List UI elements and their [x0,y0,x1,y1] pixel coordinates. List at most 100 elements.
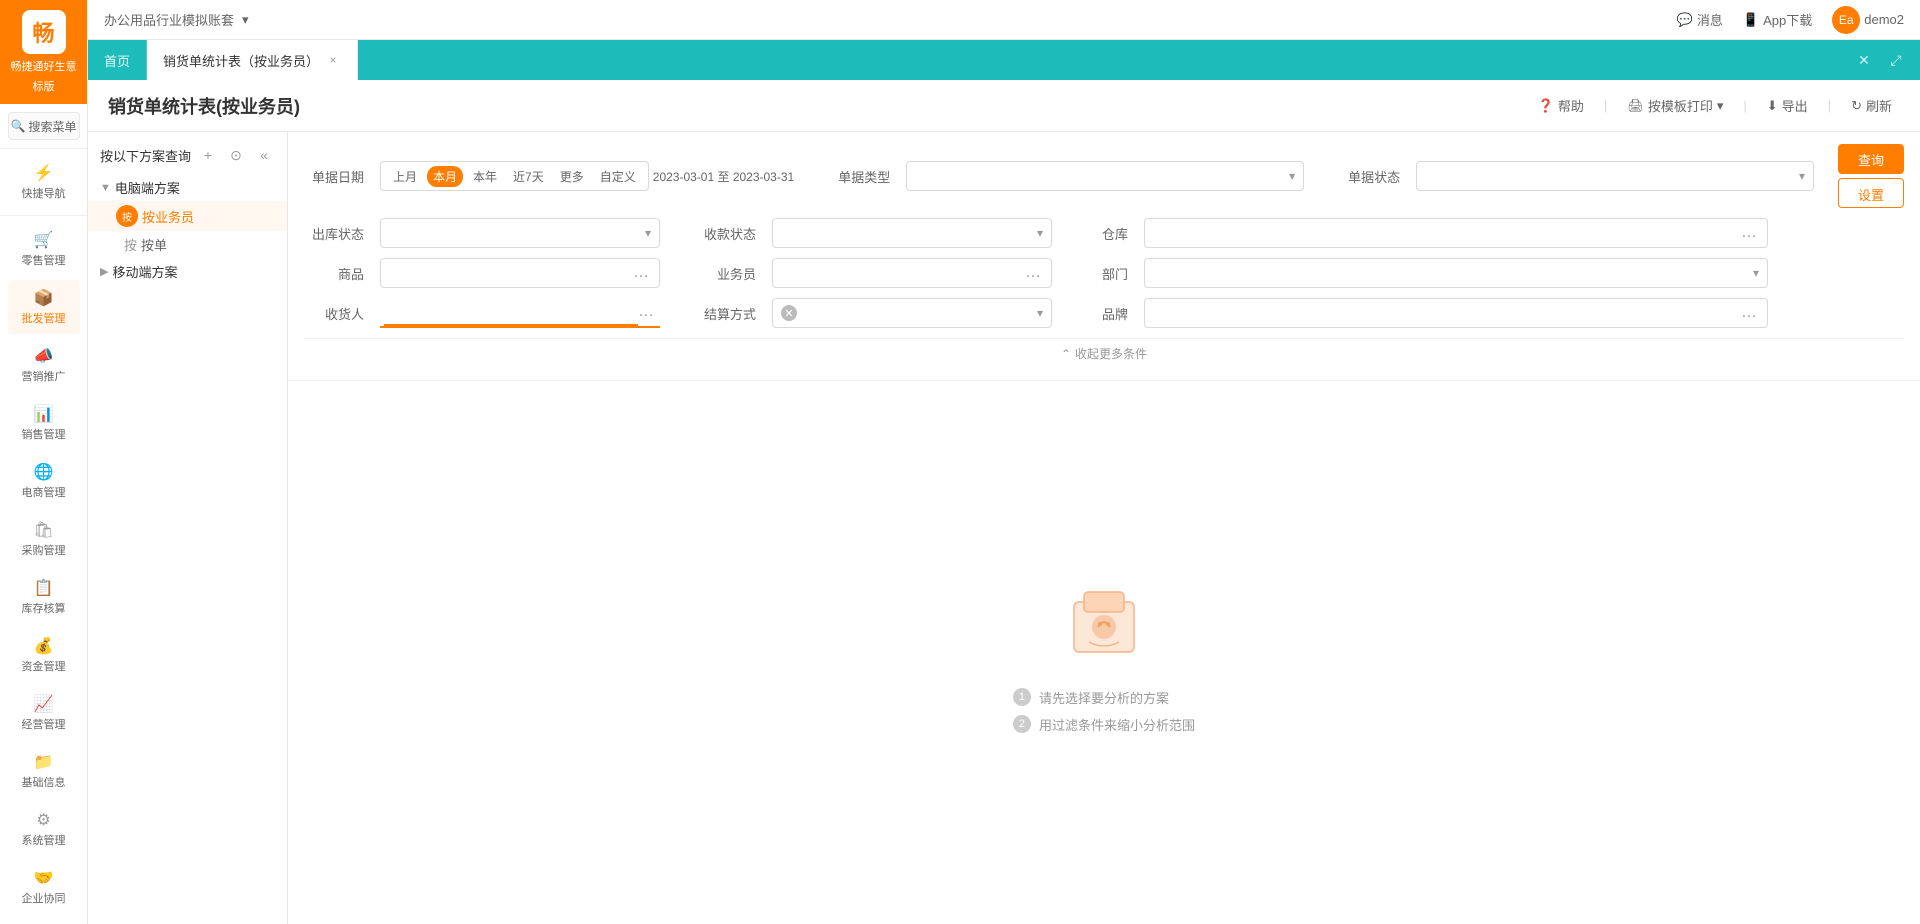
workspace-dropdown-icon[interactable]: ▾ [242,12,249,28]
expand-tab-action[interactable]: ⤢ [1884,48,1908,72]
date-filter-group: 上月 本月 本年 近7天 更多 自定义 2023-03-01 至 2023-03… [380,161,794,191]
by-order-icon: 按 [124,235,137,254]
tip2-text: 用过滤条件来缩小分析范围 [1039,715,1195,734]
staff-dots: … [1025,264,1043,282]
recipient-input[interactable] [384,298,638,326]
settle-arrow: ▾ [1037,306,1043,320]
date-btn-thisyear[interactable]: 本年 [467,166,503,187]
out-status-arrow: ▾ [645,226,651,240]
department-arrow: ▾ [1753,266,1759,280]
sidebar-item-operations[interactable]: 📈 经营管理 [8,686,80,740]
out-status-select[interactable]: ▾ [380,218,660,248]
logo-icon: 畅 [22,10,66,54]
filter-row-1: 单据日期 上月 本月 本年 近7天 更多 自定义 2023-03-01 至 20… [304,144,1904,208]
warehouse-select[interactable]: … [1144,218,1768,248]
empty-illustration [1054,572,1154,672]
left-panel-header: 按以下方案查询 + ⊙ « [88,144,287,174]
active-scheme-icon: 按 [116,205,138,227]
filter-row-2: 出库状态 ▾ 收款状态 ▾ 仓库 [304,218,1904,248]
date-options: 上月 本月 本年 近7天 更多 自定义 [380,161,649,191]
tree-child-staff[interactable]: 按 按业务员 [88,201,287,231]
app-download-btn[interactable]: 📱 App下载 [1743,10,1812,29]
sidebar-item-basic[interactable]: 📁 基础信息 [8,744,80,798]
message-btn[interactable]: 💬 消息 [1677,10,1723,29]
warehouse-dots: … [1741,224,1759,242]
tree-label-desktop: 电脑端方案 [115,178,180,197]
user-profile-btn[interactable]: Ea demo2 [1832,6,1904,34]
sidebar-item-quicknav[interactable]: ⚡ 快捷导航 [8,157,80,207]
doc-status-arrow: ▾ [1799,169,1805,183]
date-btn-lastmonth[interactable]: 上月 [387,166,423,187]
refresh-btn[interactable]: ↻ 刷新 [1843,92,1900,119]
app-download-label: App下载 [1763,10,1812,29]
help-label: 帮助 [1558,96,1584,115]
collect-status-select[interactable]: ▾ [772,218,1052,248]
message-icon: 💬 [1677,12,1693,28]
copy-scheme-btn[interactable]: ⊙ [225,144,247,166]
query-btn[interactable]: 查询 [1838,144,1904,174]
date-btn-custom[interactable]: 自定义 [594,166,642,187]
department-select[interactable]: ▾ [1144,258,1768,288]
sidebar-item-purchase[interactable]: 🛍 采购管理 [8,512,80,566]
sidebar-item-system[interactable]: ⚙ 系统管理 [8,802,80,856]
collect-status-arrow: ▾ [1037,226,1043,240]
sidebar-item-newbie[interactable]: 🎯 新手引导 [8,918,80,924]
brand-select[interactable]: … [1144,298,1768,328]
date-btn-more[interactable]: 更多 [554,166,590,187]
tree-group-mobile[interactable]: ▶ 移动端方案 [88,258,287,285]
sidebar-item-retail[interactable]: 🛒 零售管理 [8,222,80,276]
filter-row-3: 商品 … 业务员 … 部门 ▾ [304,258,1904,288]
search-menu-btn[interactable]: 🔍 搜索菜单 [8,112,80,140]
goods-dots: … [633,264,651,282]
tree-child-by-order[interactable]: 按 按单 [88,231,287,258]
sidebar-item-enterprise[interactable]: 🤝 企业协同 [8,860,80,914]
sidebar-item-ecommerce[interactable]: 🌐 电商管理 [8,454,80,508]
sidebar-item-inventory[interactable]: 📋 库存核算 [8,570,80,624]
date-btn-thismonth[interactable]: 本月 [427,166,463,187]
export-btn[interactable]: ⬇ 导出 [1759,92,1816,119]
right-panel: 单据日期 上月 本月 本年 近7天 更多 自定义 2023-03-01 至 20… [288,132,1920,924]
help-btn[interactable]: ❓ 帮助 [1530,92,1592,119]
topbar: 办公用品行业模拟账套 ▾ 💬 消息 📱 App下载 Ea demo2 [88,0,1920,40]
tab-sales-stat-label: 销货单统计表（按业务员） [163,51,319,70]
system-label: 系统管理 [22,832,66,848]
tab-home[interactable]: 首页 [88,40,147,80]
export-icon: ⬇ [1767,98,1778,114]
doc-status-label: 单据状态 [1320,167,1400,186]
user-name: demo2 [1864,12,1904,27]
tab-sales-stat[interactable]: 销货单统计表（按业务员） × [147,40,358,80]
print-btn[interactable]: 🖨 按模板打印 ▾ [1619,92,1731,119]
collapse-panel-btn[interactable]: « [253,144,275,166]
recipient-label: 收货人 [304,304,364,323]
doc-type-label: 单据类型 [810,167,890,186]
add-scheme-btn[interactable]: + [197,144,219,166]
sidebar-item-sales[interactable]: 📊 销售管理 [8,396,80,450]
doc-type-select[interactable]: ▾ [906,161,1304,191]
settle-select[interactable]: ✕ ▾ [772,298,1052,328]
warehouse-label: 仓库 [1068,224,1128,243]
recipient-dots: … [638,303,656,321]
settle-clear-btn[interactable]: ✕ [781,305,797,321]
empty-state: 1 请先选择要分析的方案 2 用过滤条件来缩小分析范围 [288,381,1920,924]
tree-label-staff: 按业务员 [142,207,194,226]
tab-close-btn[interactable]: × [325,52,341,68]
staff-label: 业务员 [676,264,756,283]
close-tab-action[interactable]: ✕ [1852,48,1876,72]
tree-arrow-desktop: ▼ [100,182,111,194]
sidebar-item-wholesale[interactable]: 📦 批发管理 [8,280,80,334]
collapse-filter-bar[interactable]: ⌃ 收起更多条件 [304,338,1904,368]
goods-select[interactable]: … [380,258,660,288]
doc-status-select[interactable]: ▾ [1416,161,1814,191]
empty-tips: 1 请先选择要分析的方案 2 用过滤条件来缩小分析范围 [1013,688,1195,734]
settings-btn[interactable]: 设置 [1838,178,1904,208]
sidebar-item-marketing[interactable]: 📣 营销推广 [8,338,80,392]
inventory-label: 库存核算 [22,600,66,616]
date-btn-7days[interactable]: 近7天 [507,166,550,187]
tabbar: 首页 销货单统计表（按业务员） × ✕ ⤢ [88,40,1920,80]
sidebar-menu: 🛒 零售管理 📦 批发管理 📣 营销推广 📊 销售管理 🌐 电商管理 🛍 采购管… [0,216,87,924]
print-icon: 🖨 [1627,98,1644,114]
sidebar-item-finance[interactable]: 💰 资金管理 [8,628,80,682]
tree-group-desktop[interactable]: ▼ 电脑端方案 [88,174,287,201]
staff-select[interactable]: … [772,258,1052,288]
collapse-label: 收起更多条件 [1075,345,1147,362]
